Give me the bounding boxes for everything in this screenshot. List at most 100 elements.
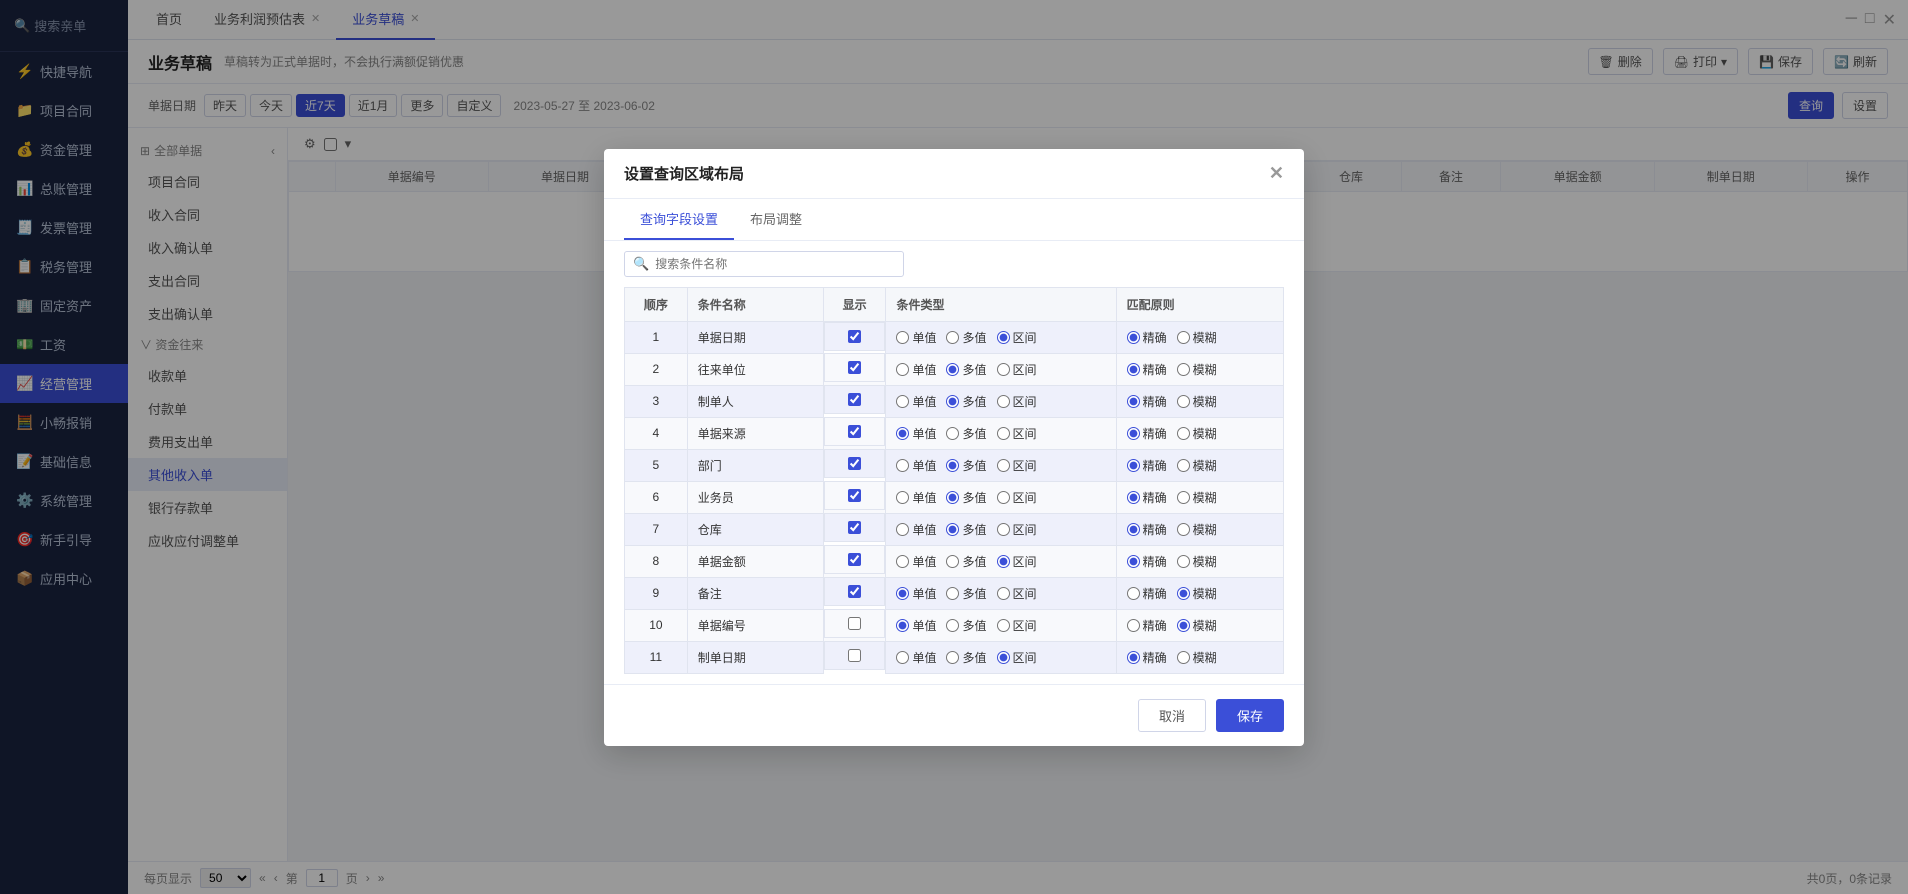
radio-single-5[interactable]: 单值 xyxy=(896,457,936,474)
radio-match-exact-4[interactable]: 精确 xyxy=(1127,425,1167,442)
radio-range-4[interactable]: 区间 xyxy=(997,425,1037,442)
radio-match-exact-7[interactable]: 精确 xyxy=(1127,521,1167,538)
radio-match-exact-10[interactable]: 精确 xyxy=(1127,617,1167,634)
cell-name-9: 备注 xyxy=(687,577,823,609)
radio-match-fuzzy-11[interactable]: 模糊 xyxy=(1177,649,1217,666)
radio-match-exact-3[interactable]: 精确 xyxy=(1127,393,1167,410)
radio-match-fuzzy-1[interactable]: 模糊 xyxy=(1177,329,1217,346)
tab-field-settings[interactable]: 查询字段设置 xyxy=(624,199,734,240)
radio-single-1[interactable]: 单值 xyxy=(896,329,936,346)
radio-multi-6[interactable]: 多值 xyxy=(946,489,986,506)
cancel-button[interactable]: 取消 xyxy=(1138,699,1206,732)
radio-single-10[interactable]: 单值 xyxy=(896,617,936,634)
radio-match-fuzzy-7[interactable]: 模糊 xyxy=(1177,521,1217,538)
radio-single-2[interactable]: 单值 xyxy=(896,361,936,378)
display-checkbox-11[interactable] xyxy=(848,649,861,662)
cell-name-7: 仓库 xyxy=(687,513,823,545)
cell-condtype-1: 单值多值区间 xyxy=(886,321,1116,353)
display-checkbox-1[interactable] xyxy=(848,330,861,343)
radio-match-fuzzy-10[interactable]: 模糊 xyxy=(1177,617,1217,634)
radio-range-3[interactable]: 区间 xyxy=(997,393,1037,410)
cell-seq-4: 4 xyxy=(625,417,688,449)
dialog-row-10: 10单据编号单值多值区间精确模糊 xyxy=(625,609,1284,641)
cell-condtype-2: 单值多值区间 xyxy=(886,353,1116,385)
dialog-close-button[interactable]: ✕ xyxy=(1269,163,1284,184)
radio-single-9[interactable]: 单值 xyxy=(896,585,936,602)
cell-display-7 xyxy=(824,513,886,542)
radio-match-fuzzy-4[interactable]: 模糊 xyxy=(1177,425,1217,442)
cell-seq-7: 7 xyxy=(625,513,688,545)
radio-range-2[interactable]: 区间 xyxy=(997,361,1037,378)
display-checkbox-10[interactable] xyxy=(848,617,861,630)
cell-matchrule-4: 精确模糊 xyxy=(1116,417,1283,449)
radio-match-fuzzy-8[interactable]: 模糊 xyxy=(1177,553,1217,570)
cell-matchrule-8: 精确模糊 xyxy=(1116,545,1283,577)
radio-match-exact-8[interactable]: 精确 xyxy=(1127,553,1167,570)
cell-name-4: 单据来源 xyxy=(687,417,823,449)
cell-name-2: 往来单位 xyxy=(687,353,823,385)
display-checkbox-2[interactable] xyxy=(848,361,861,374)
cell-matchrule-7: 精确模糊 xyxy=(1116,513,1283,545)
radio-range-11[interactable]: 区间 xyxy=(997,649,1037,666)
display-checkbox-9[interactable] xyxy=(848,585,861,598)
radio-multi-7[interactable]: 多值 xyxy=(946,521,986,538)
radio-match-exact-6[interactable]: 精确 xyxy=(1127,489,1167,506)
radio-range-7[interactable]: 区间 xyxy=(997,521,1037,538)
radio-match-exact-9[interactable]: 精确 xyxy=(1127,585,1167,602)
radio-match-fuzzy-2[interactable]: 模糊 xyxy=(1177,361,1217,378)
radio-multi-4[interactable]: 多值 xyxy=(946,425,986,442)
display-checkbox-4[interactable] xyxy=(848,425,861,438)
col-display: 显示 xyxy=(823,287,886,321)
cell-condtype-10: 单值多值区间 xyxy=(886,609,1116,641)
display-checkbox-8[interactable] xyxy=(848,553,861,566)
radio-multi-10[interactable]: 多值 xyxy=(946,617,986,634)
radio-multi-9[interactable]: 多值 xyxy=(946,585,986,602)
radio-single-4[interactable]: 单值 xyxy=(896,425,936,442)
display-checkbox-7[interactable] xyxy=(848,521,861,534)
tab-layout[interactable]: 布局调整 xyxy=(734,199,818,240)
radio-range-9[interactable]: 区间 xyxy=(997,585,1037,602)
radio-range-8[interactable]: 区间 xyxy=(997,553,1037,570)
radio-match-exact-5[interactable]: 精确 xyxy=(1127,457,1167,474)
cell-name-3: 制单人 xyxy=(687,385,823,417)
cell-display-6 xyxy=(824,481,886,510)
dialog-row-1: 1单据日期单值多值区间精确模糊 xyxy=(625,321,1284,353)
radio-match-exact-2[interactable]: 精确 xyxy=(1127,361,1167,378)
display-checkbox-6[interactable] xyxy=(848,489,861,502)
display-checkbox-3[interactable] xyxy=(848,393,861,406)
col-matchrule: 匹配原则 xyxy=(1116,287,1283,321)
radio-single-8[interactable]: 单值 xyxy=(896,553,936,570)
search-input-wrap: 🔍 xyxy=(624,251,904,277)
radio-multi-11[interactable]: 多值 xyxy=(946,649,986,666)
radio-match-exact-11[interactable]: 精确 xyxy=(1127,649,1167,666)
dialog-tabs: 查询字段设置 布局调整 xyxy=(604,199,1304,241)
display-checkbox-5[interactable] xyxy=(848,457,861,470)
dialog-save-button[interactable]: 保存 xyxy=(1216,699,1284,732)
dialog-row-5: 5部门单值多值区间精确模糊 xyxy=(625,449,1284,481)
col-condname: 条件名称 xyxy=(687,287,823,321)
radio-multi-3[interactable]: 多值 xyxy=(946,393,986,410)
dialog-search-area: 🔍 xyxy=(604,241,1304,287)
radio-single-3[interactable]: 单值 xyxy=(896,393,936,410)
radio-multi-1[interactable]: 多值 xyxy=(946,329,986,346)
dialog-search-input[interactable] xyxy=(655,257,895,271)
cell-seq-8: 8 xyxy=(625,545,688,577)
radio-single-11[interactable]: 单值 xyxy=(896,649,936,666)
radio-match-fuzzy-5[interactable]: 模糊 xyxy=(1177,457,1217,474)
radio-multi-8[interactable]: 多值 xyxy=(946,553,986,570)
radio-multi-2[interactable]: 多值 xyxy=(946,361,986,378)
radio-range-5[interactable]: 区间 xyxy=(997,457,1037,474)
radio-match-exact-1[interactable]: 精确 xyxy=(1127,329,1167,346)
radio-range-1[interactable]: 区间 xyxy=(997,329,1037,346)
cell-display-11 xyxy=(824,641,886,670)
cell-seq-9: 9 xyxy=(625,577,688,609)
radio-range-6[interactable]: 区间 xyxy=(997,489,1037,506)
cell-condtype-3: 单值多值区间 xyxy=(886,385,1116,417)
radio-single-6[interactable]: 单值 xyxy=(896,489,936,506)
radio-single-7[interactable]: 单值 xyxy=(896,521,936,538)
radio-multi-5[interactable]: 多值 xyxy=(946,457,986,474)
radio-match-fuzzy-9[interactable]: 模糊 xyxy=(1177,585,1217,602)
radio-match-fuzzy-3[interactable]: 模糊 xyxy=(1177,393,1217,410)
radio-match-fuzzy-6[interactable]: 模糊 xyxy=(1177,489,1217,506)
radio-range-10[interactable]: 区间 xyxy=(997,617,1037,634)
